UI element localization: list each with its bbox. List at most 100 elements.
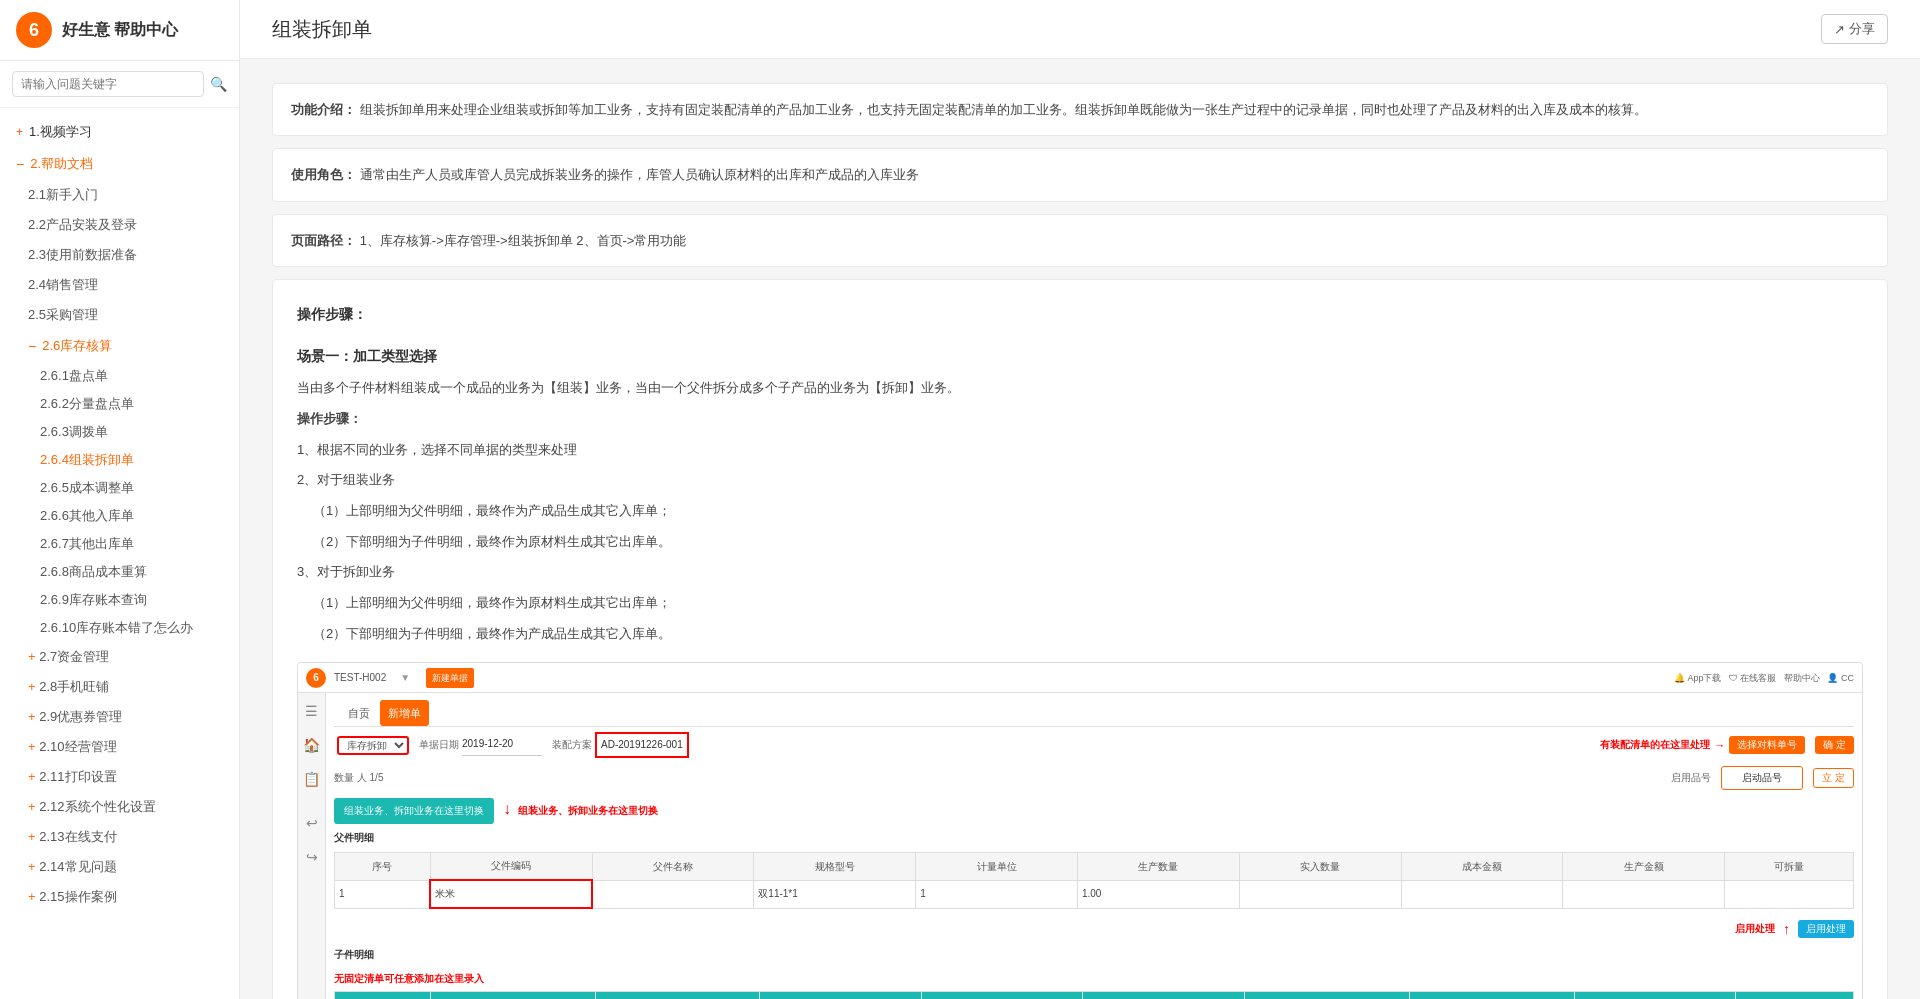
- sidebar-item-2-7[interactable]: + 2.7资金管理: [0, 642, 239, 672]
- annotation-1-text: 有装配清单的在这里处理: [1600, 735, 1710, 755]
- share-label: 分享: [1849, 20, 1875, 38]
- select-assembly-btn[interactable]: 选择对料单号: [1729, 736, 1805, 754]
- sidebar-item-2-6-5[interactable]: 2.6.5成本调整单: [0, 474, 239, 502]
- lt-col-seq: 序号: [335, 992, 431, 999]
- role-text: 通常由生产人员或库管人员完成拆装业务的操作，库管人员确认原材料的出库和产成品的入…: [360, 167, 919, 182]
- tab-home[interactable]: 自贡: [340, 700, 378, 726]
- feature-intro-block: 功能介绍： 组装拆卸单用来处理企业组装或拆卸等加工业务，支持有固定装配清单的产品…: [272, 83, 1888, 136]
- sidebar-item-2-9[interactable]: + 2.9优惠券管理: [0, 702, 239, 732]
- cell-seq: 1: [335, 880, 431, 908]
- sidebar-item-inventory[interactable]: − 2.6库存核算: [0, 330, 239, 362]
- col-unit: 计量单位: [916, 853, 1078, 881]
- apply-btn[interactable]: 立 定: [1813, 768, 1854, 788]
- col-parent-code: 父件编码: [430, 853, 592, 881]
- search-box: 🔍: [0, 61, 239, 108]
- sidebar-item-label: 2.6库存核算: [42, 337, 112, 355]
- sidebar-item-sales[interactable]: 2.4销售管理: [0, 270, 239, 300]
- nav-icon-3: 📋: [303, 765, 320, 793]
- sidebar-item-purchase[interactable]: 2.5采购管理: [0, 300, 239, 330]
- app-title: 好生意 帮助中心: [62, 20, 178, 41]
- cell-produce-amt: [1563, 880, 1725, 908]
- sidebar-item-2-6-2[interactable]: 2.6.2分量盘点单: [0, 390, 239, 418]
- number-label: 数量 人 1/5: [334, 768, 383, 788]
- col-produce-qty: 生产数量: [1077, 853, 1239, 881]
- new-doc-btn[interactable]: 新建单据: [426, 668, 474, 688]
- sidebar-item-data[interactable]: 2.3使用前数据准备: [0, 240, 239, 270]
- sidebar-item-2-13[interactable]: + 2.13在线支付: [0, 822, 239, 852]
- sidebar-item-2-6-1[interactable]: 2.6.1盘点单: [0, 362, 239, 390]
- lt-col-unit: 计量单位: [760, 992, 922, 999]
- col-spec: 规格型号: [754, 853, 916, 881]
- form-row-2: 数量 人 1/5 启用品号 启动品号 立 定: [334, 763, 1854, 793]
- upper-table: 序号 父件编码 父件名称 规格型号 计量单位 生产数量 实入数量 成本金额: [334, 852, 1854, 909]
- sidebar-item-2-15[interactable]: + 2.15操作案例: [0, 882, 239, 912]
- search-button[interactable]: 🔍: [210, 76, 227, 92]
- sidebar-item-docs[interactable]: − 2.帮助文档: [0, 148, 239, 180]
- sidebar-item-2-11[interactable]: + 2.11打印设置: [0, 762, 239, 792]
- col-produce-amt: 生产金额: [1563, 853, 1725, 881]
- sidebar-item-2-6-8[interactable]: 2.6.8商品成本重算: [0, 558, 239, 586]
- logo-icon: 6: [16, 12, 52, 48]
- sidebar-item-2-6-4[interactable]: 2.6.4组装拆卸单: [0, 446, 239, 474]
- lt-col-action: 加取V: [1736, 992, 1854, 999]
- cell-parent-name: [592, 880, 754, 908]
- nav-list: + 1.视频学习 − 2.帮助文档 2.1新手入门 2.2产品安装及登录 2.3…: [0, 108, 239, 999]
- sidebar-item-label: 2.帮助文档: [30, 155, 93, 173]
- sidebar: 6 好生意 帮助中心 🔍 + 1.视频学习 − 2.帮助文档 2.1新手入门 2…: [0, 0, 240, 999]
- lt-col-usage: 单入用量: [921, 992, 1083, 999]
- lt-col-sub-code: 子件编码: [430, 992, 595, 999]
- dept-label: 启用品号: [1671, 768, 1711, 788]
- confirm-btn[interactable]: 确 定: [1815, 736, 1854, 754]
- enable-btn[interactable]: 启用处理: [1798, 920, 1854, 938]
- role-block: 使用角色： 通常由生产人员或库管人员完成拆装业务的操作，库管人员确认原材料的出库…: [272, 148, 1888, 201]
- sidebar-item-install[interactable]: 2.2产品安装及登录: [0, 210, 239, 240]
- screenshot-inner: 6 TEST-H002 ▼ 新建单据 🔔 App下载 🛡 在线客服 帮助中心 👤…: [298, 663, 1862, 999]
- app-window: 6 TEST-H002 ▼ 新建单据 🔔 App下载 🛡 在线客服 帮助中心 👤…: [298, 663, 1862, 999]
- annotation-3-area: 组装业务、拆卸业务在这里切换 ↓ 组装业务、拆卸业务在这里切换: [334, 793, 1854, 826]
- sidebar-item-2-6-6[interactable]: 2.6.6其他入库单: [0, 502, 239, 530]
- arrow-up-icon: ↑: [1783, 915, 1790, 943]
- lower-table: 序号 子件编码 规格型号 计量单位 单入用量 拆入数量 成本金额 拆入金额: [334, 991, 1854, 999]
- sidebar-item-2-6-10[interactable]: 2.6.10库存账本错了怎么办: [0, 614, 239, 642]
- dept-input[interactable]: 启动品号: [1721, 766, 1803, 790]
- sidebar-item-2-6-7[interactable]: 2.6.7其他出库单: [0, 530, 239, 558]
- cell-cost: [1401, 880, 1563, 908]
- app-topbar: 6 TEST-H002 ▼ 新建单据 🔔 App下载 🛡 在线客服 帮助中心 👤…: [298, 663, 1862, 693]
- scene1-label: 场景一：加工类型选择: [297, 342, 1863, 370]
- doc-type-select[interactable]: 库存拆卸: [337, 736, 409, 755]
- sidebar-item-2-6-9[interactable]: 2.6.9库存账本查询: [0, 586, 239, 614]
- col-actual-in: 实入数量: [1239, 853, 1401, 881]
- sidebar-item-2-12[interactable]: + 2.12系统个性化设置: [0, 792, 239, 822]
- share-button[interactable]: ↗ 分享: [1821, 14, 1888, 44]
- sidebar-item-label: 1.视频学习: [29, 123, 92, 141]
- sidebar-item-2-14[interactable]: + 2.14常见问题: [0, 852, 239, 882]
- assembly-group: 装配方案 AD-20191226-001: [552, 732, 689, 758]
- cell-actual-in: [1239, 880, 1401, 908]
- feature-intro-label: 功能介绍：: [291, 102, 356, 117]
- main-area: 组装拆卸单 ↗ 分享 功能介绍： 组装拆卸单用来处理企业组装或拆卸等加工业务，支…: [240, 0, 1920, 999]
- annotation-5: 无固定清单可任意添加在这里录入: [334, 969, 1854, 989]
- sidebar-item-2-6-3[interactable]: 2.6.3调拨单: [0, 418, 239, 446]
- sidebar-item-video[interactable]: + 1.视频学习: [0, 116, 239, 148]
- sidebar-item-new[interactable]: 2.1新手入门: [0, 180, 239, 210]
- assembly-label: 装配方案: [552, 735, 592, 755]
- sidebar-item-2-10[interactable]: + 2.10经营管理: [0, 732, 239, 762]
- ops-label: 操作步骤：: [297, 300, 1863, 328]
- lt-col-qty: 拆入数量: [1083, 992, 1245, 999]
- app-logo-icon: 6: [306, 668, 326, 688]
- search-input[interactable]: [12, 71, 204, 97]
- tab-new[interactable]: 新增单: [380, 700, 429, 726]
- lower-table-label: 子件明细: [334, 945, 1854, 965]
- assembly-value: AD-20191226-001: [595, 732, 689, 758]
- date-group: 单据日期 2019-12-20: [419, 734, 542, 756]
- step1: 1、根据不同的业务，选择不同单据的类型来处理: [297, 438, 1863, 463]
- annotation-4-text: 启用处理: [1735, 919, 1775, 939]
- share-icon: ↗: [1834, 22, 1845, 37]
- company-name: TEST-H002: [334, 668, 386, 688]
- dropdown-icon: ▼: [400, 668, 410, 688]
- upper-table-label: 父件明细: [334, 828, 1854, 848]
- app-left-nav: ☰ 🏠 📋 ↩ ↪: [298, 693, 326, 999]
- doc-type-group: 库存拆卸: [334, 736, 409, 755]
- lt-col-spec: 规格型号: [595, 992, 760, 999]
- sidebar-item-2-8[interactable]: + 2.8手机旺铺: [0, 672, 239, 702]
